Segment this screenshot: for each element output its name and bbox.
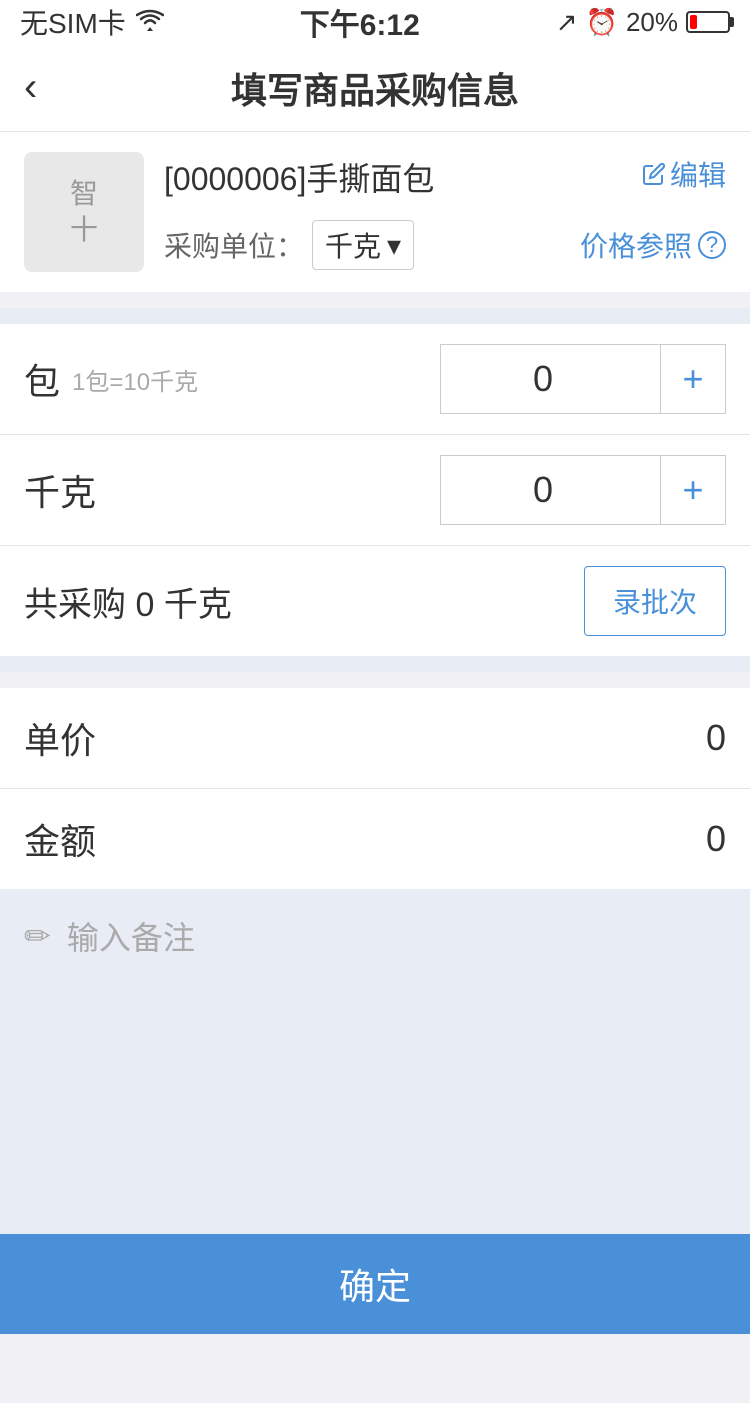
unit-label: 采购单位： 千克 ▾ [164, 220, 414, 270]
location-icon: ↗ [556, 7, 578, 38]
back-button[interactable]: ‹ [24, 65, 37, 110]
product-name-row: [0000006]手撕面包 编辑 [164, 154, 726, 200]
kg-input[interactable] [440, 455, 660, 525]
info-icon: ? [698, 231, 726, 259]
amount-label: 金额 [24, 813, 96, 865]
product-unit-row: 采购单位： 千克 ▾ 价格参照 ? [164, 220, 726, 270]
unit-price-value: 0 [706, 717, 726, 759]
total-row: 共采购 0 千克 录批次 [0, 546, 750, 656]
carrier-label: 无SIM卡 [20, 2, 126, 42]
edit-button[interactable]: 编辑 [642, 154, 726, 194]
input-section: 包 1包=10千克 + 千克 + 共采购 0 [0, 324, 750, 656]
kg-input-row: 千克 + [0, 435, 750, 546]
pencil-icon: ✏ [24, 917, 51, 955]
notes-section[interactable]: ✏ 输入备注 [0, 889, 750, 983]
product-card: 智 十 [0000006]手撕面包 编辑 采购单位： [0, 132, 750, 292]
product-logo: 智 十 [70, 176, 98, 249]
pack-plus-button[interactable]: + [660, 344, 726, 414]
wifi-icon [136, 6, 164, 38]
confirm-button[interactable]: 确定 [339, 1258, 411, 1310]
kg-plus-button[interactable]: + [660, 455, 726, 525]
total-text: 共采购 0 千克 [24, 577, 232, 626]
main-content: 智 十 [0000006]手撕面包 编辑 采购单位： [0, 132, 750, 1403]
notes-placeholder: 输入备注 [67, 913, 195, 959]
section-divider-1 [0, 308, 750, 324]
unit-select[interactable]: 千克 ▾ [312, 220, 414, 270]
price-info-section: 单价 0 金额 0 [0, 688, 750, 889]
amount-row: 金额 0 [0, 789, 750, 889]
status-left: 无SIM卡 [20, 2, 164, 42]
battery-icon [686, 11, 730, 33]
kg-label: 千克 [24, 464, 96, 516]
chevron-down-icon: ▾ [387, 229, 401, 262]
section-divider-2 [0, 656, 750, 672]
page-title: 填写商品采购信息 [231, 62, 519, 114]
nav-bar: ‹ 填写商品采购信息 [0, 44, 750, 132]
battery-percent: 20% [626, 7, 678, 38]
pack-input-row: 包 1包=10千克 + [0, 324, 750, 435]
kg-input-group: + [440, 455, 726, 525]
pack-input[interactable] [440, 344, 660, 414]
pack-sub-label: 1包=10千克 [72, 362, 198, 397]
alarm-icon: ⏰ [586, 7, 618, 38]
status-time: 下午6:12 [300, 0, 420, 44]
product-name: [0000006]手撕面包 [164, 154, 434, 200]
pack-input-group: + [440, 344, 726, 414]
unit-price-label: 单价 [24, 712, 96, 764]
product-info: [0000006]手撕面包 编辑 采购单位： 千克 ▾ [164, 154, 726, 270]
price-ref-button[interactable]: 价格参照 ? [580, 225, 726, 265]
pack-label: 包 1包=10千克 [24, 353, 198, 405]
amount-value: 0 [706, 818, 726, 860]
unit-price-row: 单价 0 [0, 688, 750, 789]
status-bar: 无SIM卡 下午6:12 ↗ ⏰ 20% [0, 0, 750, 44]
confirm-bar[interactable]: 确定 [0, 1234, 750, 1334]
batch-button[interactable]: 录批次 [584, 566, 726, 636]
product-image: 智 十 [24, 152, 144, 272]
status-right: ↗ ⏰ 20% [556, 7, 730, 38]
